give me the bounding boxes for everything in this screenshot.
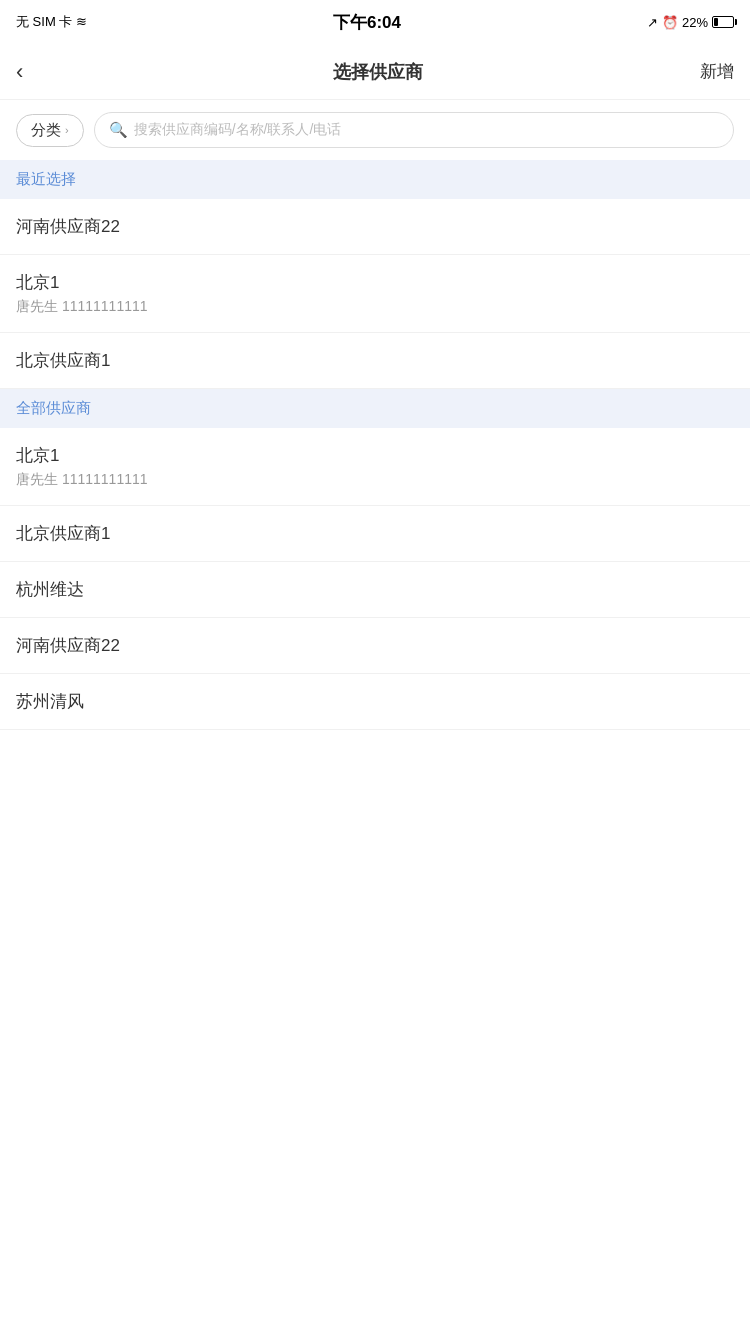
battery-icon	[712, 16, 734, 28]
item-name: 杭州维达	[16, 578, 734, 601]
list-item[interactable]: 北京供应商1	[0, 506, 750, 562]
item-name: 北京1	[16, 444, 734, 467]
recent-list: 河南供应商22 北京1 唐先生 11111111111 北京供应商1	[0, 199, 750, 389]
back-button[interactable]: ‹	[16, 59, 56, 85]
search-box[interactable]: 🔍 搜索供应商编码/名称/联系人/电话	[94, 112, 734, 148]
search-icon: 🔍	[109, 121, 128, 139]
list-item[interactable]: 河南供应商22	[0, 199, 750, 255]
item-detail: 唐先生 11111111111	[16, 298, 734, 316]
item-name: 北京供应商1	[16, 522, 734, 545]
recent-section-label: 最近选择	[16, 170, 76, 187]
status-left: 无 SIM 卡 ≋	[16, 13, 87, 31]
filter-bar: 分类 › 🔍 搜索供应商编码/名称/联系人/电话	[0, 100, 750, 160]
sim-indicator: 无 SIM 卡 ≋	[16, 13, 87, 31]
status-right: ↗ ⏰ 22%	[647, 15, 734, 30]
list-item[interactable]: 北京1 唐先生 11111111111	[0, 428, 750, 506]
item-name: 北京供应商1	[16, 349, 734, 372]
chevron-right-icon: ›	[65, 124, 69, 136]
status-time: 下午6:04	[333, 11, 401, 34]
list-item[interactable]: 苏州清风	[0, 674, 750, 730]
page-title: 选择供应商	[333, 60, 423, 84]
recent-section-header: 最近选择	[0, 160, 750, 199]
category-label: 分类	[31, 121, 61, 140]
item-name: 苏州清风	[16, 690, 734, 713]
category-button[interactable]: 分类 ›	[16, 114, 84, 147]
location-icon: ↗	[647, 15, 658, 30]
list-item[interactable]: 北京供应商1	[0, 333, 750, 389]
all-section-header: 全部供应商	[0, 389, 750, 428]
add-button[interactable]: 新增	[700, 60, 734, 83]
item-name: 北京1	[16, 271, 734, 294]
status-bar: 无 SIM 卡 ≋ 下午6:04 ↗ ⏰ 22%	[0, 0, 750, 44]
alarm-icon: ⏰	[662, 15, 678, 30]
all-list: 北京1 唐先生 11111111111 北京供应商1 杭州维达 河南供应商22 …	[0, 428, 750, 730]
all-section-label: 全部供应商	[16, 399, 91, 416]
search-placeholder: 搜索供应商编码/名称/联系人/电话	[134, 121, 342, 139]
list-item[interactable]: 河南供应商22	[0, 618, 750, 674]
item-name: 河南供应商22	[16, 634, 734, 657]
item-detail: 唐先生 11111111111	[16, 471, 734, 489]
battery-percentage: 22%	[682, 15, 708, 30]
item-name: 河南供应商22	[16, 215, 734, 238]
list-item[interactable]: 北京1 唐先生 11111111111	[0, 255, 750, 333]
list-item[interactable]: 杭州维达	[0, 562, 750, 618]
nav-bar: ‹ 选择供应商 新增	[0, 44, 750, 100]
